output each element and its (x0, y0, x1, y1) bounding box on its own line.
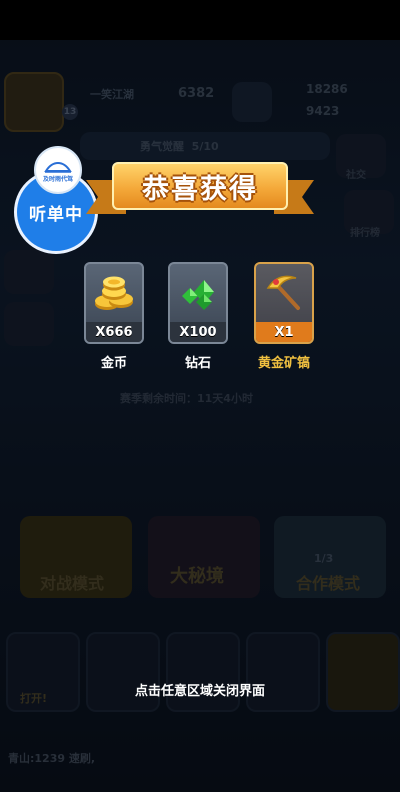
chest-slot-2 (86, 632, 160, 712)
listening-label: 听单中 (29, 204, 83, 225)
reward-qty-bar: X100 (170, 322, 226, 342)
left-side-button-2 (4, 302, 54, 346)
level-badge: 13 (62, 104, 78, 120)
golden-pickaxe-icon (266, 275, 300, 310)
coin-count: 18286 (306, 82, 348, 96)
chest-slot-4 (246, 632, 320, 712)
social-label: 社交 (346, 170, 366, 181)
coop-count: 1/3 (314, 552, 334, 565)
popup-title: 恭喜获得 (142, 173, 258, 205)
reward-card-coins: X666 (84, 262, 144, 344)
car-logo-icon: 及时雨代驾 (34, 146, 82, 194)
reward-name-gems: 钻石 (184, 356, 211, 371)
left-side-button-1 (4, 250, 54, 294)
battle-mode-label: 对战模式 (40, 574, 105, 593)
status-bar (0, 0, 400, 40)
logo-text: 及时雨代驾 (42, 176, 73, 183)
reward-name-pickaxe: 黄金矿镐 (257, 356, 310, 371)
green-gems-icon (182, 280, 214, 310)
reward-qty-gems: X100 (179, 324, 217, 340)
gold-coins-icon (95, 276, 133, 310)
trophy-count: 6382 (178, 86, 215, 101)
leaderboard-label: 排行榜 (350, 228, 380, 239)
reward-card-pickaxe: X1 (254, 262, 314, 344)
reward-ribbon: 恭喜获得 (86, 162, 314, 218)
gem-count: 9423 (306, 104, 340, 118)
listening-badge[interactable]: 听单中 及时雨代驾 (14, 146, 98, 254)
close-hint[interactable]: 点击任意区域关闭界面 (0, 680, 400, 699)
menu-button (232, 82, 272, 122)
reward-card-gems: X100 (168, 262, 228, 344)
reward-qty-pickaxe: X1 (274, 324, 294, 340)
season-timer: 赛季剩余时间：11天4小时 (120, 392, 253, 405)
reward-qty-bar: X666 (86, 322, 142, 342)
player-name: 一笑江湖 (90, 88, 134, 101)
chest-slot-5 (326, 632, 400, 712)
coop-mode-label: 合作模式 (296, 574, 361, 593)
chat-line: 青山:1239 速刷, (8, 752, 96, 765)
chest-slot-3 (166, 632, 240, 712)
ribbon-banner: 恭喜获得 (112, 162, 288, 210)
player-avatar (4, 72, 64, 132)
big-dungeon-label: 大秘境 (170, 566, 224, 587)
reward-qty-bar: X1 (256, 322, 312, 342)
reward-name-coins: 金币 (100, 356, 127, 371)
reward-qty-coins: X666 (95, 324, 133, 340)
season-label: 勇气觉醒 5/10 (140, 140, 219, 153)
